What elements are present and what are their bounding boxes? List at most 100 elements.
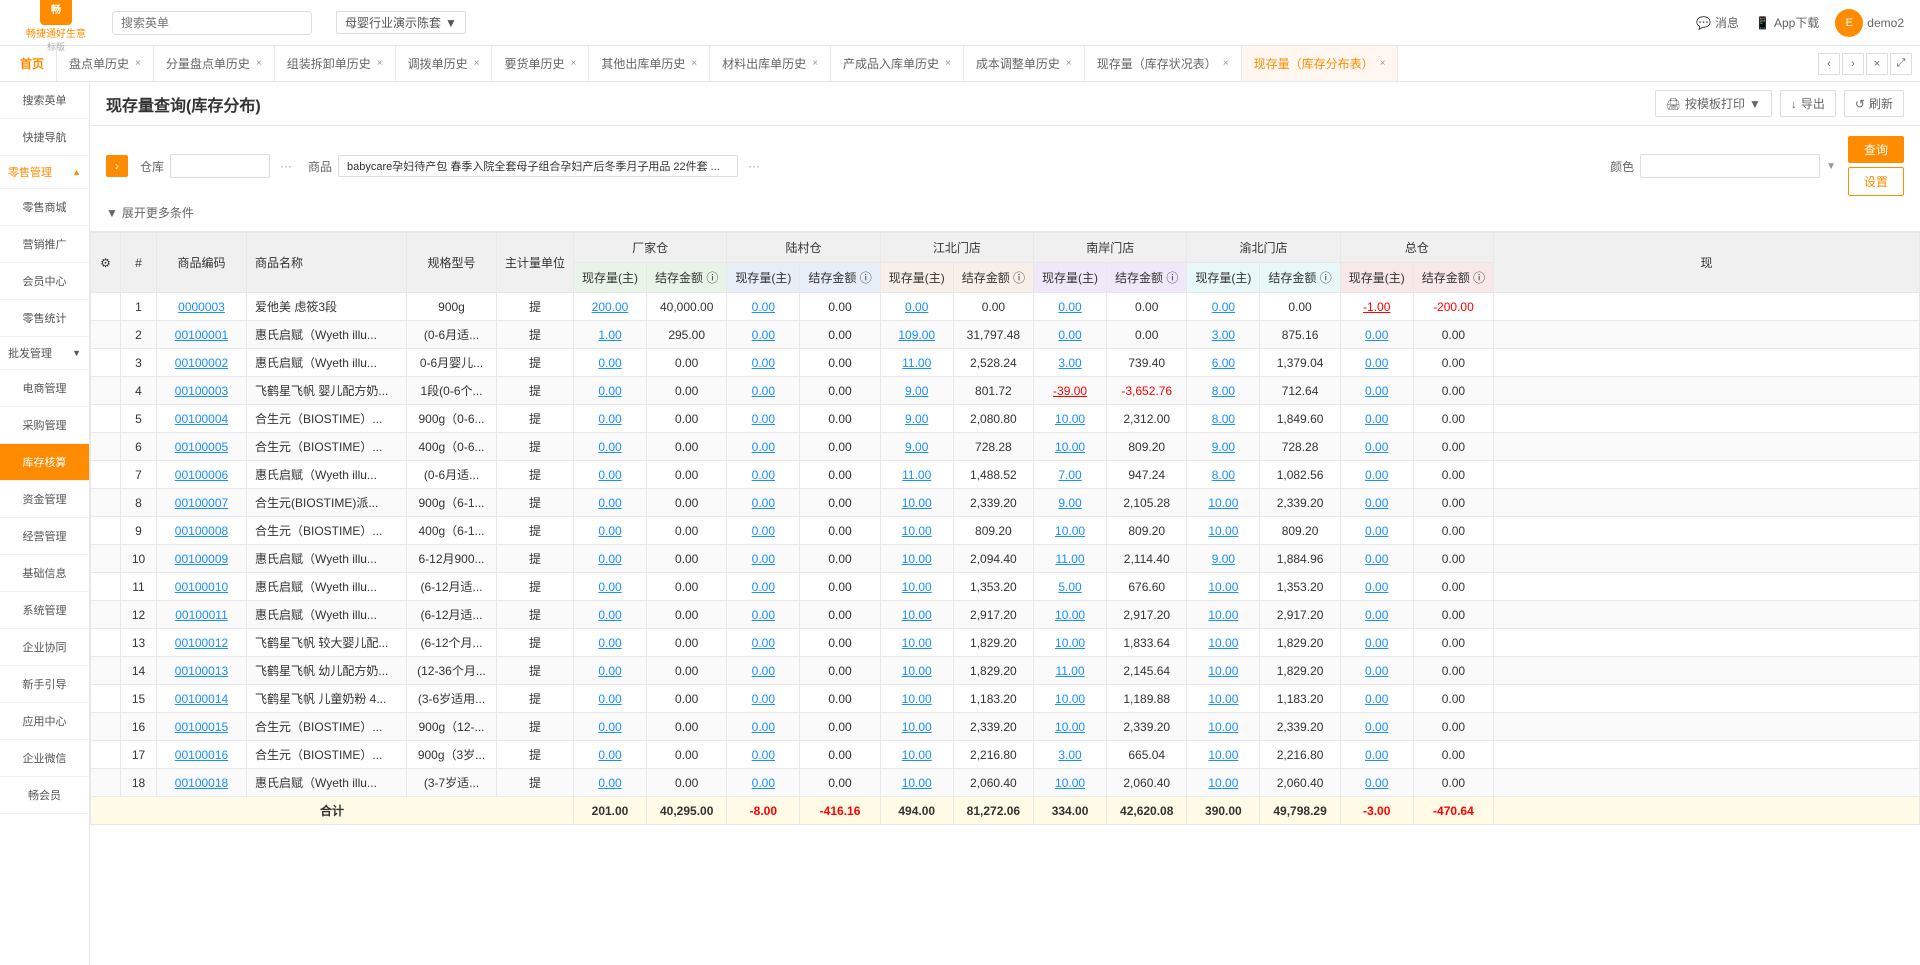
row-code[interactable]: 00100014 [157,685,247,713]
row-yubei-qty[interactable]: 10.00 [1187,769,1260,797]
row-code[interactable]: 00100003 [157,377,247,405]
row-lucuncang-qty[interactable]: 0.00 [727,489,800,517]
nav-close-all[interactable]: × [1866,53,1888,75]
row-lucuncang-qty[interactable]: 0.00 [727,685,800,713]
row-code[interactable]: 00100006 [157,461,247,489]
row-yubei-qty[interactable]: 8.00 [1187,377,1260,405]
row-code[interactable]: 00100009 [157,545,247,573]
sidebar-item-quick[interactable]: 快捷导航 [0,119,89,156]
export-btn[interactable]: ↓ 导出 [1780,90,1836,117]
row-changjiancang-qty[interactable]: 0.00 [574,461,647,489]
row-jiangbei-qty[interactable]: 0.00 [880,293,953,321]
sidebar-item-system[interactable]: 系统管理 [0,592,89,629]
row-jiangbei-qty[interactable]: 11.00 [880,349,953,377]
goods-dots[interactable]: ··· [744,159,764,173]
row-code[interactable]: 00100012 [157,629,247,657]
tab-qtck[interactable]: 其他出库单历史 × [589,46,710,82]
sidebar-item-enterprise[interactable]: 企业协同 [0,629,89,666]
row-zongcang-qty[interactable]: 0.00 [1340,545,1413,573]
row-changjiancang-qty[interactable]: 0.00 [574,377,647,405]
row-jiangbei-qty[interactable]: 11.00 [880,461,953,489]
tab-fenpandian-close[interactable]: × [256,58,262,69]
print-btn[interactable]: 🖨 按模板打印 ▼ [1655,90,1772,117]
row-yubei-qty[interactable]: 10.00 [1187,601,1260,629]
row-zongcang-qty[interactable]: -1.00 [1340,293,1413,321]
row-lucuncang-qty[interactable]: 0.00 [727,405,800,433]
tab-diaobodanls[interactable]: 调拨单历史 × [396,46,493,82]
row-zongcang-qty[interactable]: 0.00 [1340,601,1413,629]
row-yubei-qty[interactable]: 9.00 [1187,545,1260,573]
row-zongcang-qty[interactable]: 0.00 [1340,657,1413,685]
row-jiangbei-qty[interactable]: 10.00 [880,517,953,545]
row-nanan-qty[interactable]: 10.00 [1034,601,1107,629]
tab-chenben-close[interactable]: × [1066,58,1072,69]
row-zongcang-qty[interactable]: 0.00 [1340,461,1413,489]
row-yubei-qty[interactable]: 3.00 [1187,321,1260,349]
color-input[interactable] [1640,154,1820,178]
row-yubei-qty[interactable]: 10.00 [1187,685,1260,713]
row-lucuncang-qty[interactable]: 0.00 [727,433,800,461]
row-zongcang-qty[interactable]: 0.00 [1340,349,1413,377]
row-zongcang-qty[interactable]: 0.00 [1340,377,1413,405]
sidebar-item-member2[interactable]: 畅会员 [0,777,89,814]
row-code[interactable]: 00100010 [157,573,247,601]
row-jiangbei-qty[interactable]: 10.00 [880,629,953,657]
row-nanan-qty[interactable]: 9.00 [1034,489,1107,517]
row-nanan-qty[interactable]: 10.00 [1034,517,1107,545]
tab-chenben[interactable]: 成本调整单历史 × [964,46,1085,82]
row-jiangbei-qty[interactable]: 10.00 [880,685,953,713]
row-yubei-qty[interactable]: 10.00 [1187,741,1260,769]
row-nanan-qty[interactable]: -39.00 [1034,377,1107,405]
sidebar-item-inventory[interactable]: 库存核算 [0,444,89,481]
sidebar-item-search[interactable]: 搜索英单 [0,82,89,119]
row-zongcang-qty[interactable]: 0.00 [1340,573,1413,601]
query-btn[interactable]: 查询 [1848,136,1904,163]
row-nanan-qty[interactable]: 10.00 [1034,433,1107,461]
color-dropdown-arrow[interactable]: ▼ [1826,161,1836,172]
sidebar-section-wholesale[interactable]: 批发管理 ▼ [0,337,89,370]
sidebar-item-retailstat[interactable]: 零售统计 [0,300,89,337]
sidebar-item-purchase[interactable]: 采购管理 [0,407,89,444]
row-jiangbei-qty[interactable]: 9.00 [880,377,953,405]
row-nanan-qty[interactable]: 3.00 [1034,741,1107,769]
row-yubei-qty[interactable]: 10.00 [1187,573,1260,601]
tab-zuzhangchaijian[interactable]: 组装拆卸单历史 × [275,46,396,82]
row-jiangbei-qty[interactable]: 10.00 [880,601,953,629]
row-zongcang-qty[interactable]: 0.00 [1340,769,1413,797]
row-yubei-qty[interactable]: 10.00 [1187,657,1260,685]
tab-cailiao[interactable]: 材料出库单历史 × [710,46,831,82]
setting-btn[interactable]: 设置 [1848,167,1904,196]
row-lucuncang-qty[interactable]: 0.00 [727,741,800,769]
row-changjiancang-qty[interactable]: 0.00 [574,657,647,685]
row-zongcang-qty[interactable]: 0.00 [1340,629,1413,657]
row-changjiancang-qty[interactable]: 0.00 [574,769,647,797]
row-code[interactable]: 00100007 [157,489,247,517]
row-nanan-qty[interactable]: 0.00 [1034,321,1107,349]
row-nanan-qty[interactable]: 3.00 [1034,349,1107,377]
goods-input[interactable] [338,155,738,177]
nav-selector[interactable]: 母婴行业演示陈套 ▼ [336,11,466,34]
row-code[interactable]: 00100013 [157,657,247,685]
row-jiangbei-qty[interactable]: 10.00 [880,741,953,769]
nav-expand[interactable]: ⤢ [1890,53,1912,75]
tab-zuzhangchaijian-close[interactable]: × [377,58,383,69]
row-nanan-qty[interactable]: 11.00 [1034,657,1107,685]
sidebar-item-ecommerce[interactable]: 电商管理 [0,370,89,407]
row-yubei-qty[interactable]: 6.00 [1187,349,1260,377]
tab-kucun-fen-close[interactable]: × [1380,58,1386,69]
row-zongcang-qty[interactable]: 0.00 [1340,321,1413,349]
row-nanan-qty[interactable]: 0.00 [1034,293,1107,321]
row-changjiancang-qty[interactable]: 0.00 [574,713,647,741]
row-nanan-qty[interactable]: 11.00 [1034,545,1107,573]
row-jiangbei-qty[interactable]: 10.00 [880,545,953,573]
sidebar-item-basic[interactable]: 基础信息 [0,555,89,592]
row-lucuncang-qty[interactable]: 0.00 [727,517,800,545]
row-zongcang-qty[interactable]: 0.00 [1340,685,1413,713]
row-changjiancang-qty[interactable]: 0.00 [574,741,647,769]
row-code[interactable]: 00100011 [157,601,247,629]
row-changjiancang-qty[interactable]: 200.00 [574,293,647,321]
row-changjiancang-qty[interactable]: 0.00 [574,433,647,461]
row-code[interactable]: 00100005 [157,433,247,461]
tab-pandian-close[interactable]: × [135,58,141,69]
row-lucuncang-qty[interactable]: 0.00 [727,321,800,349]
